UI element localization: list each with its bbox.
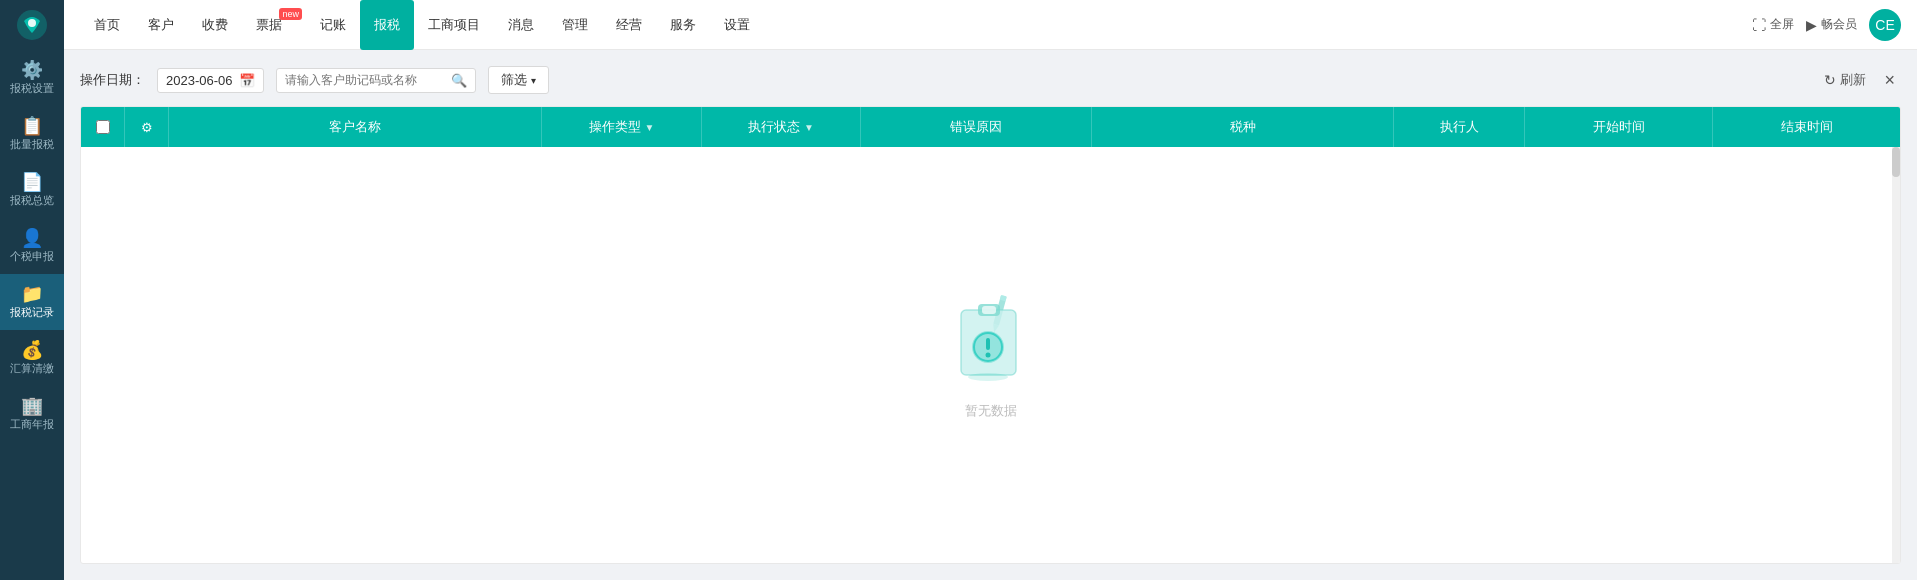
sort-icon-status: ▼: [804, 122, 814, 133]
search-input[interactable]: [285, 73, 445, 87]
date-picker[interactable]: 2023-06-06 📅: [157, 68, 264, 93]
toolbar: 操作日期： 2023-06-06 📅 🔍 筛选 ▾ ↻ 刷新: [80, 66, 1901, 94]
nav-baoshui[interactable]: 报税: [360, 0, 414, 50]
th-error-reason: 错误原因: [861, 107, 1092, 147]
app-logo: [0, 0, 64, 50]
content-area: 操作日期： 2023-06-06 📅 🔍 筛选 ▾ ↻ 刷新: [64, 50, 1917, 580]
svg-rect-11: [986, 338, 990, 350]
sidebar-item-piliang-baoshui[interactable]: 📋 批量报税: [0, 106, 64, 162]
filter-button[interactable]: 筛选 ▾: [488, 66, 549, 94]
th-executor: 执行人: [1394, 107, 1525, 147]
nav-guanli[interactable]: 管理: [548, 0, 602, 50]
play-icon: ▶: [1806, 17, 1817, 33]
sort-icon-op-type: ▼: [645, 122, 655, 133]
nav-shoufei[interactable]: 收费: [188, 0, 242, 50]
nav-fuwu[interactable]: 服务: [656, 0, 710, 50]
th-checkbox: [81, 107, 125, 147]
scroll-thumb: [1892, 147, 1900, 177]
settings-icon: ⚙️: [21, 61, 43, 79]
user-avatar[interactable]: CE: [1869, 9, 1901, 41]
th-start-time: 开始时间: [1525, 107, 1713, 147]
svg-point-13: [968, 373, 1008, 381]
nav-home[interactable]: 首页: [80, 0, 134, 50]
person-icon: 👤: [21, 229, 43, 247]
empty-text: 暂无数据: [965, 402, 1017, 420]
fullscreen-icon: ⛶: [1752, 17, 1766, 33]
svg-rect-8: [982, 306, 996, 314]
nav-customer[interactable]: 客户: [134, 0, 188, 50]
nav-piaoju[interactable]: 票据 new: [242, 0, 306, 50]
nav-gongshang[interactable]: 工商项目: [414, 0, 494, 50]
sidebar-item-baoshui-zonlan[interactable]: 📄 报税总览: [0, 162, 64, 218]
nav-xiaoxi[interactable]: 消息: [494, 0, 548, 50]
sidebar-item-huisuan-qingsuan[interactable]: 💰 汇算清缴: [0, 330, 64, 386]
member-button[interactable]: ▶ 畅会员: [1806, 16, 1857, 33]
th-customer-name: 客户名称: [169, 107, 542, 147]
data-table: ⚙ 客户名称 操作类型 ▼ 执行状态 ▼ 错误原因: [80, 106, 1901, 564]
select-all-checkbox[interactable]: [96, 120, 110, 134]
date-label: 操作日期：: [80, 71, 145, 89]
main-content: 首页 客户 收费 票据 new 记账 报税 工商项目 消息 管理 经营: [64, 0, 1917, 580]
nav-badge-new: new: [279, 8, 302, 21]
top-navigation: 首页 客户 收费 票据 new 记账 报税 工商项目 消息 管理 经营: [64, 0, 1917, 50]
close-button[interactable]: ×: [1878, 68, 1901, 93]
nav-jizhang[interactable]: 记账: [306, 0, 360, 50]
page-area: 操作日期： 2023-06-06 📅 🔍 筛选 ▾ ↻ 刷新: [64, 50, 1917, 580]
svg-point-12: [985, 353, 990, 358]
building-icon: 🏢: [21, 397, 43, 415]
th-gear[interactable]: ⚙: [125, 107, 169, 147]
money-icon: 💰: [21, 341, 43, 359]
table-body-empty: 暂无数据: [81, 147, 1900, 563]
sidebar-item-gongshang-nianbao[interactable]: 🏢 工商年报: [0, 386, 64, 442]
search-icon: 🔍: [451, 73, 467, 88]
sidebar-item-geshuishenbao[interactable]: 👤 个税申报: [0, 218, 64, 274]
sidebar-item-baoshui-jilu[interactable]: 📁 报税记录: [0, 274, 64, 330]
sidebar: ⚙️ 报税设置 📋 批量报税 📄 报税总览 👤 个税申报 📁 报税记录 💰 汇算…: [0, 0, 64, 580]
empty-state-icon: [946, 290, 1036, 390]
chevron-down-icon: ▾: [531, 75, 536, 86]
gear-icon: ⚙: [141, 120, 153, 135]
nav-jingying[interactable]: 经营: [602, 0, 656, 50]
nav-right-area: ⛶ 全屏 ▶ 畅会员 CE: [1752, 9, 1901, 41]
table-header: ⚙ 客户名称 操作类型 ▼ 执行状态 ▼ 错误原因: [81, 107, 1900, 147]
nav-shezhi[interactable]: 设置: [710, 0, 764, 50]
batch-icon: 📋: [21, 117, 43, 135]
record-icon: 📁: [21, 285, 43, 303]
fullscreen-button[interactable]: ⛶ 全屏: [1752, 16, 1794, 33]
th-tax-type: 税种: [1092, 107, 1394, 147]
th-status[interactable]: 执行状态 ▼: [702, 107, 862, 147]
th-end-time: 结束时间: [1713, 107, 1900, 147]
scroll-indicator[interactable]: [1892, 147, 1900, 563]
overview-icon: 📄: [21, 173, 43, 191]
calendar-icon: 📅: [239, 73, 255, 88]
search-box[interactable]: 🔍: [276, 68, 476, 93]
refresh-icon: ↻: [1824, 72, 1836, 88]
sidebar-item-baoshui-shezhi[interactable]: ⚙️ 报税设置: [0, 50, 64, 106]
refresh-button[interactable]: ↻ 刷新: [1824, 71, 1866, 89]
svg-point-1: [28, 19, 36, 27]
th-op-type[interactable]: 操作类型 ▼: [542, 107, 702, 147]
